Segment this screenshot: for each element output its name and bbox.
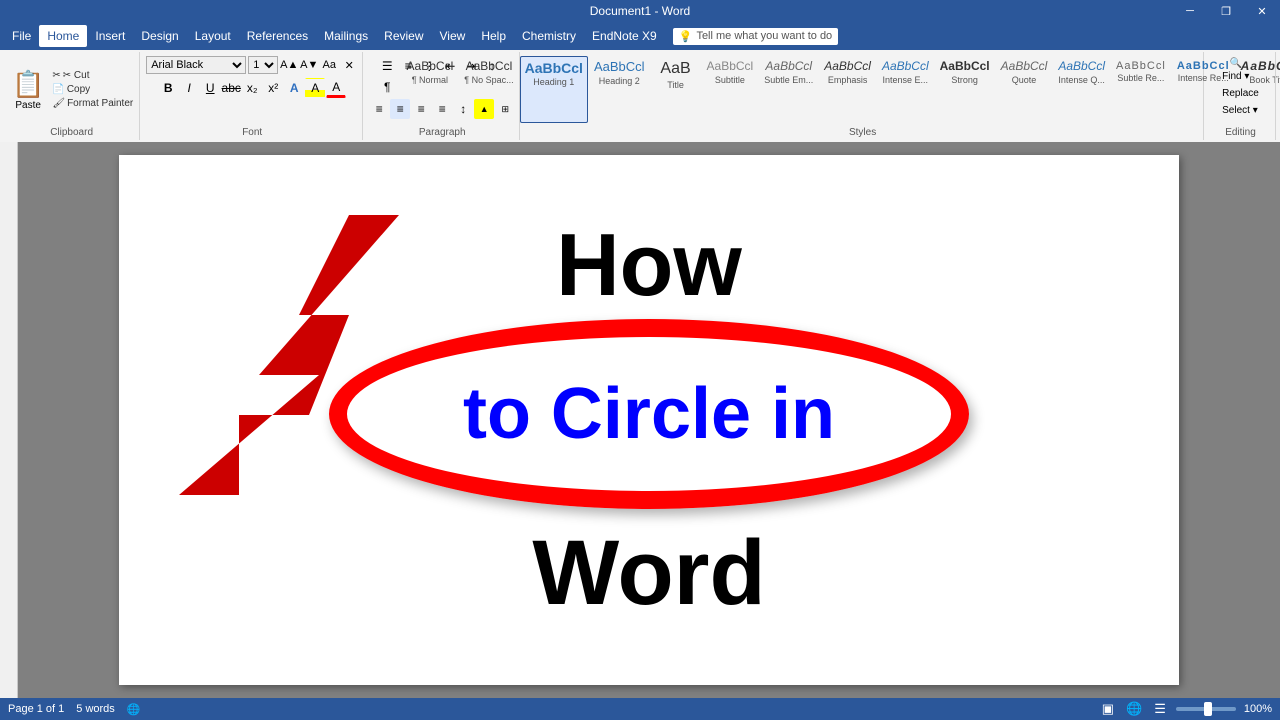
title-bar-controls: ─ ❐ ✕ [1172, 0, 1280, 22]
menu-review[interactable]: Review [376, 25, 431, 47]
increase-font-button[interactable]: A▲ [280, 56, 298, 74]
menu-view[interactable]: View [432, 25, 474, 47]
font-size-selector[interactable]: 1 [248, 56, 278, 74]
copy-icon: 📄 [52, 84, 64, 95]
strikethrough-button[interactable]: abc [221, 78, 241, 98]
format-painter-button[interactable]: 🖌 Format Painter [50, 97, 135, 110]
clipboard-small-buttons: ✂ ✂ Cut 📄 Copy 🖌 Format Painter [50, 69, 135, 110]
clear-formatting-button[interactable]: ✕ [340, 56, 358, 74]
font-group: Arial Black 1 A▲ A▼ Aa ✕ B I U abc x₂ [142, 52, 363, 140]
cut-icon: ✂ [52, 70, 60, 81]
page[interactable]: How to Circle in Word [119, 155, 1179, 685]
superscript-button[interactable]: x² [263, 78, 283, 98]
italic-button[interactable]: I [179, 78, 199, 98]
word-text: Word [532, 527, 765, 619]
menu-file[interactable]: File [4, 25, 39, 47]
menu-endnote[interactable]: EndNote X9 [584, 25, 665, 47]
menu-insert[interactable]: Insert [87, 25, 133, 47]
style-no-spacing[interactable]: AaBbCcl ¶ No Spac... [459, 56, 518, 123]
zoom-level: 100% [1244, 703, 1272, 715]
print-layout-button[interactable]: ▣ [1100, 701, 1116, 717]
bullets-button[interactable]: ☰ [377, 56, 397, 76]
text-effects-button[interactable]: A [284, 78, 304, 98]
menu-help[interactable]: Help [473, 25, 514, 47]
minimize-button[interactable]: ─ [1172, 0, 1208, 22]
paste-button[interactable]: 📋 Paste [8, 67, 48, 113]
change-case-button[interactable]: Aa [320, 56, 338, 74]
status-bar: Page 1 of 1 5 words 🌐 ▣ 🌐 ☰ 100% [0, 698, 1280, 720]
style-subtle-ref[interactable]: AaBbCcl Subtle Re... [1111, 56, 1171, 123]
format-painter-icon: 🖌 [52, 98, 65, 109]
align-left-button[interactable]: ≡ [369, 99, 389, 119]
menu-bar: File Home Insert Design Layout Reference… [0, 22, 1280, 50]
menu-chemistry[interactable]: Chemistry [514, 25, 584, 47]
style-emphasis[interactable]: AaBbCcl Emphasis [819, 56, 876, 123]
style-quote[interactable]: AaBbCcl Quote [996, 56, 1053, 123]
styles-label: Styles [849, 127, 876, 138]
editing-group: 🔍 Find ▾ Replace Select ▾ Editing [1206, 52, 1276, 140]
select-button[interactable]: Select ▾ [1218, 103, 1262, 118]
style-heading1[interactable]: AaBbCcl Heading 1 [520, 56, 588, 123]
zoom-slider[interactable] [1176, 707, 1236, 711]
style-subtitle[interactable]: AaBbCcl Subtitle [702, 56, 759, 123]
menu-mailings[interactable]: Mailings [316, 25, 376, 47]
clipboard-group: 📋 Paste ✂ ✂ Cut 📄 Copy 🖌 Format Painter [4, 52, 140, 140]
subscript-button[interactable]: x₂ [242, 78, 262, 98]
title-bar-text: Document1 - Word [590, 4, 690, 18]
title-bar: Document1 - Word ─ ❐ ✕ [0, 0, 1280, 22]
document-area[interactable]: How to Circle in Word [18, 142, 1280, 698]
search-placeholder[interactable]: Tell me what you want to do [696, 30, 832, 42]
menu-references[interactable]: References [239, 25, 316, 47]
style-strong[interactable]: AaBbCcl Strong [935, 56, 995, 123]
paragraph-label: Paragraph [419, 127, 466, 138]
copy-button[interactable]: 📄 Copy [50, 83, 135, 96]
decrease-font-button[interactable]: A▼ [300, 56, 318, 74]
lightbulb-icon: 💡 [679, 30, 693, 43]
zoom-thumb [1204, 702, 1212, 716]
oval-container: to Circle in [329, 319, 969, 509]
style-intense-quote[interactable]: AaBbCcl Intense Q... [1053, 56, 1110, 123]
menu-design[interactable]: Design [133, 25, 186, 47]
show-formatting-button[interactable]: ¶ [377, 77, 397, 97]
word-count: 5 words [76, 703, 115, 715]
menu-layout[interactable]: Layout [187, 25, 239, 47]
editing-label: Editing [1225, 127, 1256, 138]
menu-home[interactable]: Home [39, 25, 87, 47]
find-button[interactable]: 🔍 Find ▾ [1218, 56, 1253, 84]
ribbon: 📋 Paste ✂ ✂ Cut 📄 Copy 🖌 Format Painter [0, 50, 1280, 145]
font-color-button[interactable]: A [326, 78, 346, 98]
font-label: Font [242, 127, 262, 138]
outline-view-button[interactable]: ☰ [1152, 701, 1168, 717]
style-title[interactable]: AaB Title [651, 56, 701, 123]
style-heading2[interactable]: AaBbCcl Heading 2 [589, 56, 650, 123]
paste-label: Paste [15, 100, 41, 111]
style-normal[interactable]: AaBbCcl ¶ Normal [402, 56, 459, 123]
replace-button[interactable]: Replace [1218, 86, 1263, 101]
styles-group: AaBbCcl ¶ Normal AaBbCcl ¶ No Spac... Aa… [522, 52, 1204, 140]
left-sidebar [0, 142, 18, 698]
close-button[interactable]: ✕ [1244, 0, 1280, 22]
style-intense-em[interactable]: AaBbCcl Intense E... [877, 56, 934, 123]
page-indicator: Page 1 of 1 [8, 703, 64, 715]
find-icon: 🔍 [1230, 58, 1242, 69]
underline-button[interactable]: U [200, 78, 220, 98]
paste-icon: 📋 [12, 69, 44, 100]
clipboard-label: Clipboard [50, 127, 93, 138]
font-name-selector[interactable]: Arial Black [146, 56, 246, 74]
text-highlight-button[interactable]: A [305, 78, 325, 98]
bold-button[interactable]: B [158, 78, 178, 98]
status-right: ▣ 🌐 ☰ 100% [1100, 701, 1272, 717]
restore-button[interactable]: ❐ [1208, 0, 1244, 22]
language-icon: 🌐 [127, 703, 141, 716]
web-view-button[interactable]: 🌐 [1124, 701, 1144, 717]
circle-text: to Circle in [463, 373, 835, 455]
how-text: How [556, 221, 742, 309]
cut-button[interactable]: ✂ ✂ Cut [50, 69, 135, 82]
style-subtle-em[interactable]: AaBbCcl Subtle Em... [759, 56, 818, 123]
